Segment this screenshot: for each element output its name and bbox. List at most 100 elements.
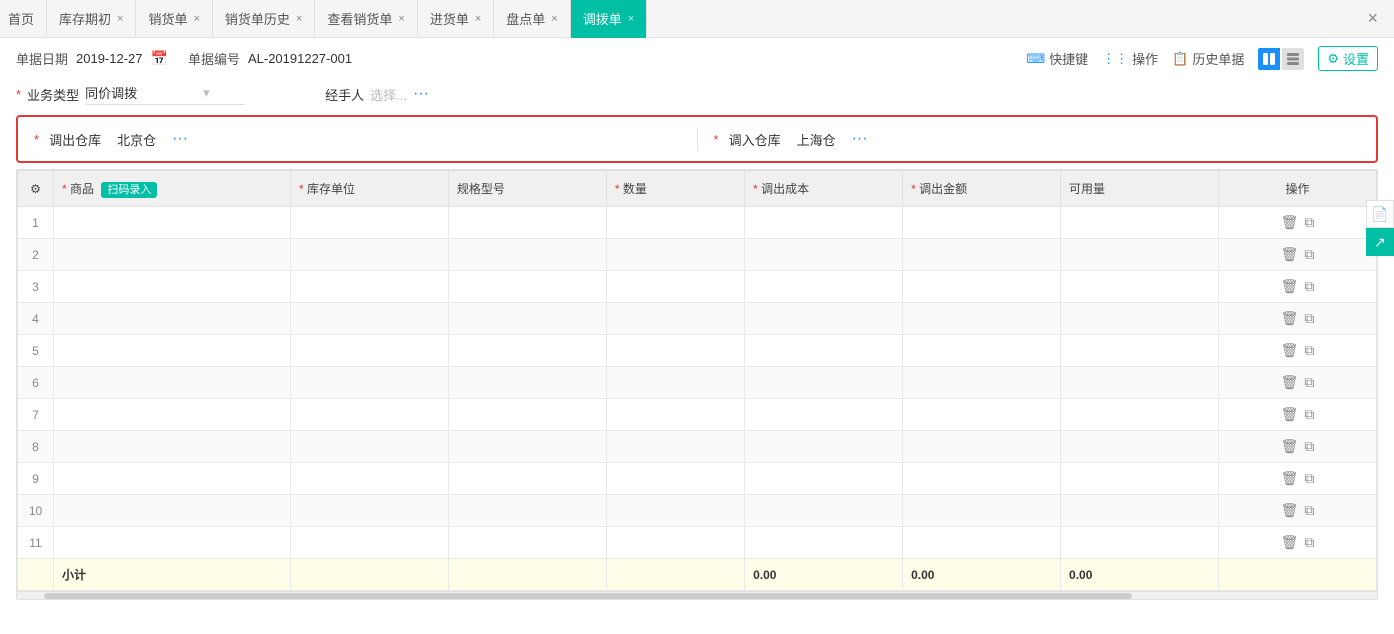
tab-home[interactable]: 首页 bbox=[8, 0, 47, 38]
row-qty-11[interactable] bbox=[606, 527, 744, 559]
row-amount-11[interactable] bbox=[903, 527, 1061, 559]
layout-btn-2[interactable] bbox=[1282, 48, 1304, 70]
copy-row-icon-11[interactable]: ⧉ bbox=[1304, 534, 1314, 551]
copy-row-icon-4[interactable]: ⧉ bbox=[1304, 310, 1314, 327]
copy-row-icon-1[interactable]: ⧉ bbox=[1304, 214, 1314, 231]
row-qty-10[interactable] bbox=[606, 495, 744, 527]
shortcut-button[interactable]: ⌨ 快捷键 bbox=[1026, 49, 1088, 68]
row-cost-10[interactable] bbox=[745, 495, 903, 527]
right-panel-expand-icon[interactable]: ↗ bbox=[1366, 228, 1394, 256]
delete-row-icon-10[interactable]: 🗑 bbox=[1281, 502, 1299, 519]
operation-button[interactable]: ⋮⋮ 操作 bbox=[1102, 49, 1158, 68]
row-spec-8[interactable] bbox=[448, 431, 606, 463]
close-inventory[interactable]: × bbox=[551, 13, 557, 25]
row-qty-5[interactable] bbox=[606, 335, 744, 367]
row-spec-6[interactable] bbox=[448, 367, 606, 399]
tab-purchase-order[interactable]: 进货单 × bbox=[418, 0, 494, 38]
row-available-5[interactable] bbox=[1061, 335, 1219, 367]
history-button[interactable]: 📋 历史单据 bbox=[1172, 49, 1244, 68]
delete-row-icon-6[interactable]: 🗑 bbox=[1281, 374, 1299, 391]
row-product-7[interactable] bbox=[54, 399, 291, 431]
delete-row-icon-3[interactable]: 🗑 bbox=[1281, 278, 1299, 295]
horizontal-scrollbar[interactable] bbox=[17, 591, 1377, 599]
copy-row-icon-6[interactable]: ⧉ bbox=[1304, 374, 1314, 391]
row-available-8[interactable] bbox=[1061, 431, 1219, 463]
row-product-1[interactable] bbox=[54, 207, 291, 239]
transfer-out-more-icon[interactable]: ··· bbox=[172, 130, 188, 148]
row-product-10[interactable] bbox=[54, 495, 291, 527]
copy-row-icon-10[interactable]: ⧉ bbox=[1304, 502, 1314, 519]
row-qty-1[interactable] bbox=[606, 207, 744, 239]
row-unit-5[interactable] bbox=[290, 335, 448, 367]
transfer-in-more-icon[interactable]: ··· bbox=[852, 130, 868, 148]
row-available-3[interactable] bbox=[1061, 271, 1219, 303]
row-unit-2[interactable] bbox=[290, 239, 448, 271]
delete-row-icon-11[interactable]: 🗑 bbox=[1281, 534, 1299, 551]
row-amount-3[interactable] bbox=[903, 271, 1061, 303]
row-amount-10[interactable] bbox=[903, 495, 1061, 527]
row-qty-6[interactable] bbox=[606, 367, 744, 399]
row-spec-7[interactable] bbox=[448, 399, 606, 431]
row-spec-9[interactable] bbox=[448, 463, 606, 495]
row-amount-9[interactable] bbox=[903, 463, 1061, 495]
row-qty-7[interactable] bbox=[606, 399, 744, 431]
row-qty-4[interactable] bbox=[606, 303, 744, 335]
row-unit-10[interactable] bbox=[290, 495, 448, 527]
row-spec-3[interactable] bbox=[448, 271, 606, 303]
layout-btn-1[interactable] bbox=[1258, 48, 1280, 70]
row-cost-3[interactable] bbox=[745, 271, 903, 303]
row-cost-6[interactable] bbox=[745, 367, 903, 399]
row-product-4[interactable] bbox=[54, 303, 291, 335]
copy-row-icon-2[interactable]: ⧉ bbox=[1304, 246, 1314, 263]
row-available-10[interactable] bbox=[1061, 495, 1219, 527]
row-spec-4[interactable] bbox=[448, 303, 606, 335]
copy-row-icon-3[interactable]: ⧉ bbox=[1304, 278, 1314, 295]
row-amount-5[interactable] bbox=[903, 335, 1061, 367]
close-init-stock[interactable]: × bbox=[117, 13, 123, 25]
row-product-11[interactable] bbox=[54, 527, 291, 559]
copy-row-icon-9[interactable]: ⧉ bbox=[1304, 470, 1314, 487]
row-cost-2[interactable] bbox=[745, 239, 903, 271]
row-qty-8[interactable] bbox=[606, 431, 744, 463]
row-unit-7[interactable] bbox=[290, 399, 448, 431]
close-sales-history[interactable]: × bbox=[296, 13, 302, 25]
row-product-2[interactable] bbox=[54, 239, 291, 271]
close-purchase-order[interactable]: × bbox=[475, 13, 481, 25]
window-close-button[interactable]: × bbox=[1359, 8, 1386, 29]
row-unit-9[interactable] bbox=[290, 463, 448, 495]
row-unit-3[interactable] bbox=[290, 271, 448, 303]
row-available-4[interactable] bbox=[1061, 303, 1219, 335]
delete-row-icon-4[interactable]: 🗑 bbox=[1281, 310, 1299, 327]
row-spec-11[interactable] bbox=[448, 527, 606, 559]
delete-row-icon-8[interactable]: 🗑 bbox=[1281, 438, 1299, 455]
row-amount-2[interactable] bbox=[903, 239, 1061, 271]
row-spec-1[interactable] bbox=[448, 207, 606, 239]
delete-row-icon-2[interactable]: 🗑 bbox=[1281, 246, 1299, 263]
row-unit-11[interactable] bbox=[290, 527, 448, 559]
delete-row-icon-1[interactable]: 🗑 bbox=[1281, 214, 1299, 231]
row-product-3[interactable] bbox=[54, 271, 291, 303]
copy-row-icon-7[interactable]: ⧉ bbox=[1304, 406, 1314, 423]
delete-row-icon-7[interactable]: 🗑 bbox=[1281, 406, 1299, 423]
row-spec-5[interactable] bbox=[448, 335, 606, 367]
biz-type-select[interactable]: 同价调拨 ▾ bbox=[85, 83, 245, 105]
row-unit-1[interactable] bbox=[290, 207, 448, 239]
row-available-9[interactable] bbox=[1061, 463, 1219, 495]
tab-view-sales[interactable]: 查看销货单 × bbox=[315, 0, 417, 38]
close-transfer[interactable]: × bbox=[628, 13, 634, 25]
row-unit-6[interactable] bbox=[290, 367, 448, 399]
row-spec-2[interactable] bbox=[448, 239, 606, 271]
th-settings[interactable]: ⚙ bbox=[18, 171, 54, 207]
row-unit-8[interactable] bbox=[290, 431, 448, 463]
row-cost-7[interactable] bbox=[745, 399, 903, 431]
row-amount-7[interactable] bbox=[903, 399, 1061, 431]
settings-button[interactable]: ⚙ 设置 bbox=[1318, 46, 1378, 71]
row-qty-9[interactable] bbox=[606, 463, 744, 495]
tab-transfer[interactable]: 调拨单 × bbox=[571, 0, 647, 38]
row-cost-4[interactable] bbox=[745, 303, 903, 335]
row-product-8[interactable] bbox=[54, 431, 291, 463]
row-available-2[interactable] bbox=[1061, 239, 1219, 271]
tab-inventory[interactable]: 盘点单 × bbox=[494, 0, 570, 38]
row-amount-8[interactable] bbox=[903, 431, 1061, 463]
row-cost-9[interactable] bbox=[745, 463, 903, 495]
